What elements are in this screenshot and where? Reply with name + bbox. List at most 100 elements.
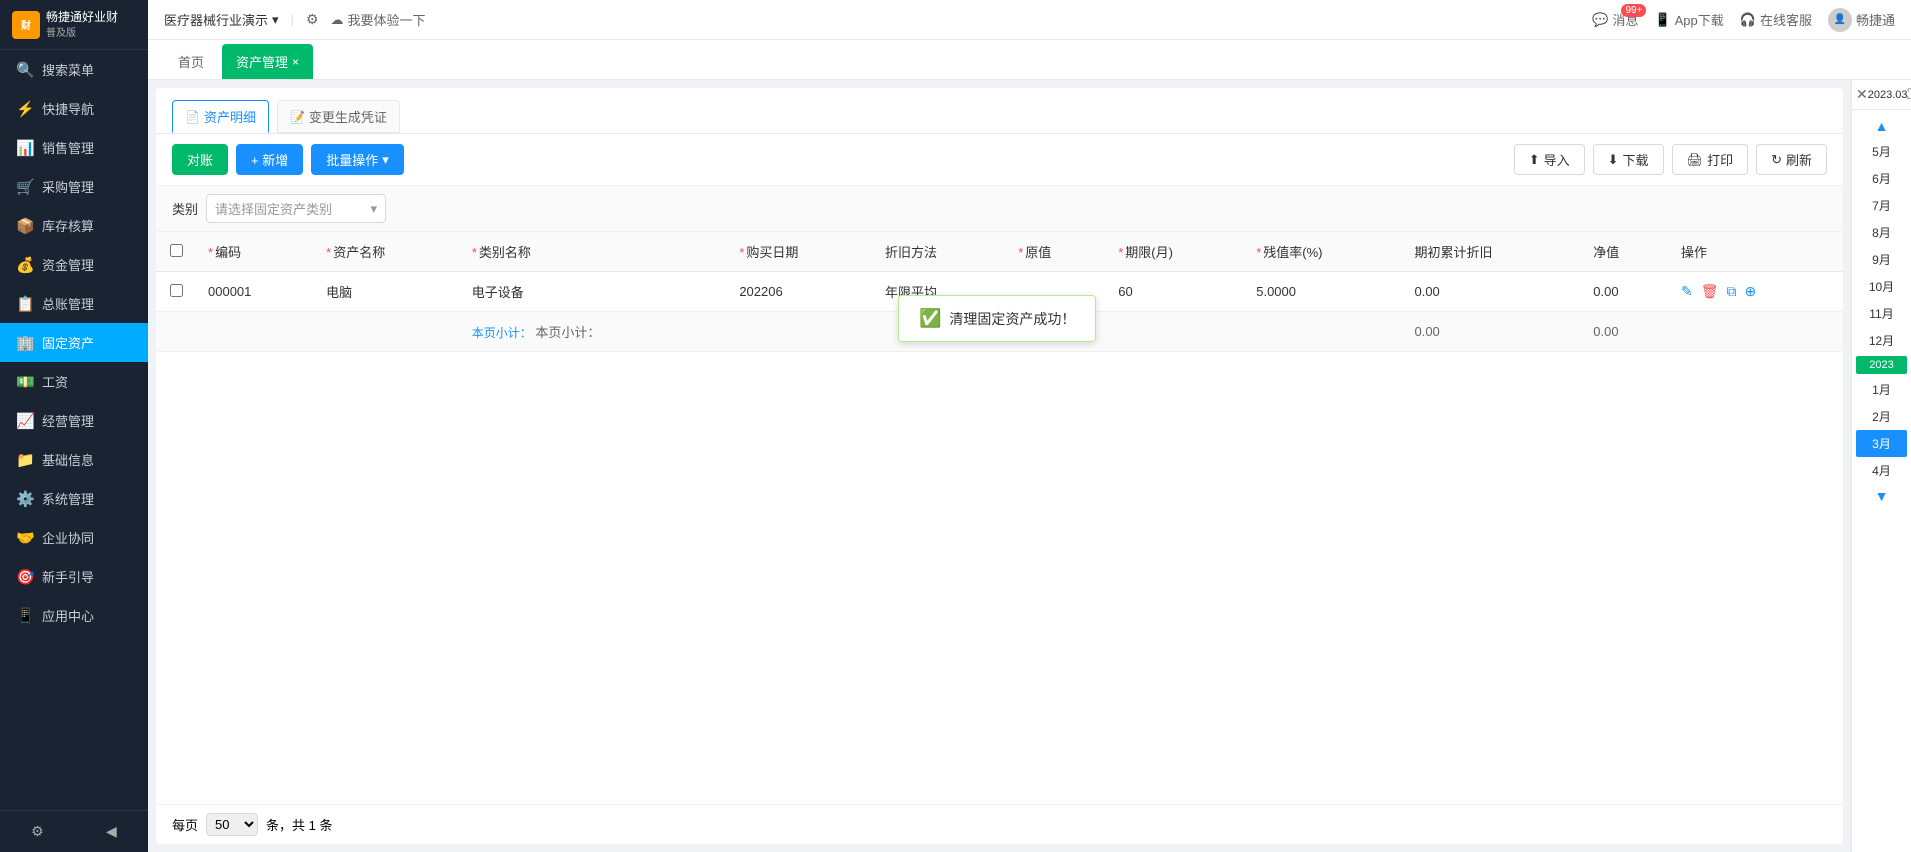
timeline-month-1[interactable]: 1月 xyxy=(1852,376,1911,403)
panel-close-button[interactable]: ✕ xyxy=(1856,86,1868,103)
timeline-month-10[interactable]: 10月 xyxy=(1852,273,1911,300)
per-page-select[interactable]: 50 10 20 100 xyxy=(206,813,258,836)
timeline-month-12[interactable]: 12月 xyxy=(1852,327,1911,354)
cell-purchase-date: 202206 xyxy=(727,272,873,312)
row-checkbox[interactable] xyxy=(170,284,183,297)
edit-icon[interactable]: ✎ xyxy=(1681,283,1693,300)
sidebar-item-label: 经营管理 xyxy=(42,411,94,430)
sidebar-item-fixed-assets[interactable]: 🏢 固定资产 xyxy=(0,323,148,362)
sidebar-item-label: 库存核算 xyxy=(42,216,94,235)
user-profile[interactable]: 👤 畅捷通 xyxy=(1828,8,1895,32)
import-icon: ⬆ xyxy=(1529,152,1540,168)
sidebar-item-label: 采购管理 xyxy=(42,177,94,196)
sidebar-item-guide[interactable]: 🎯 新手引导 xyxy=(0,557,148,596)
cell-net-value: 0.00 xyxy=(1581,272,1669,312)
col-period: *期限(月) xyxy=(1106,232,1244,272)
print-icon: 🖨 xyxy=(1687,152,1704,168)
col-category: *类别名称 xyxy=(460,232,728,272)
timeline-month-3[interactable]: 3月 xyxy=(1856,430,1907,457)
tab-close-icon[interactable]: × xyxy=(292,55,299,69)
col-residual-rate: *残值率(%) xyxy=(1244,232,1402,272)
timeline-month-7[interactable]: 7月 xyxy=(1852,192,1911,219)
sidebar-collapse-btn[interactable]: ◀ xyxy=(98,819,125,844)
tab-home[interactable]: 首页 xyxy=(164,44,218,79)
sidebar-item-operations[interactable]: 📈 经营管理 xyxy=(0,401,148,440)
reconcile-button[interactable]: 对账 xyxy=(172,144,228,175)
sidebar-item-ledger[interactable]: 📋 总账管理 xyxy=(0,284,148,323)
copy-icon[interactable]: ⧉ xyxy=(1726,283,1736,300)
company-selector[interactable]: 医疗器械行业演示 ▾ xyxy=(164,10,279,29)
col-depreciation-method: 折旧方法 xyxy=(873,232,1006,272)
cell-code: 000001 xyxy=(196,272,314,312)
message-btn[interactable]: 💬 消息 99+ xyxy=(1592,10,1638,29)
download-button[interactable]: ⬇ 下载 xyxy=(1593,144,1664,175)
timeline: ▲ 5月 6月 7月 8月 9月 10月 11月 12月 2023 1月 2月 … xyxy=(1852,110,1911,852)
col-actions: 操作 xyxy=(1669,232,1843,272)
content-panel: 📄 资产明细 📝 变更生成凭证 对账 + 新增 批量操作 ▾ xyxy=(156,88,1843,844)
app-center-icon: 📱 xyxy=(16,607,34,625)
ledger-icon: 📋 xyxy=(16,295,34,313)
sidebar-item-quick-nav[interactable]: ⚡ 快捷导航 xyxy=(0,89,148,128)
sidebar-item-purchase[interactable]: 🛒 采购管理 xyxy=(0,167,148,206)
timeline-month-5[interactable]: 5月 xyxy=(1852,138,1911,165)
batch-button[interactable]: 批量操作 ▾ xyxy=(311,144,404,175)
sidebar-item-label: 销售管理 xyxy=(42,138,94,157)
panel-expand-button[interactable]: ⛶ xyxy=(1908,86,1911,103)
sidebar-item-search[interactable]: 🔍 搜索菜单 xyxy=(0,50,148,89)
more-icon[interactable]: ⊕ xyxy=(1744,283,1756,300)
tabbar: 首页 资产管理 × xyxy=(148,40,1911,80)
sales-icon: 📊 xyxy=(16,139,34,157)
content-area: 📄 资产明细 📝 变更生成凭证 对账 + 新增 批量操作 ▾ xyxy=(148,80,1911,852)
timeline-month-8[interactable]: 8月 xyxy=(1852,219,1911,246)
toolbar-right: ⬆ 导入 ⬇ 下载 🖨 打印 ↻ 刷新 xyxy=(1514,144,1827,175)
timeline-month-11[interactable]: 11月 xyxy=(1852,300,1911,327)
sidebar-item-label: 系统管理 xyxy=(42,489,94,508)
subtab-change-voucher[interactable]: 📝 变更生成凭证 xyxy=(277,100,400,133)
sidebar-item-label: 应用中心 xyxy=(42,606,94,625)
sidebar-settings-btn[interactable]: ⚙ xyxy=(23,819,52,844)
basic-info-icon: 📁 xyxy=(16,451,34,469)
purchase-icon: 🛒 xyxy=(16,178,34,196)
sidebar-item-inventory[interactable]: 📦 库存核算 xyxy=(0,206,148,245)
online-service-btn[interactable]: 🎧 在线客服 xyxy=(1740,10,1812,29)
col-original-value: *原值 xyxy=(1006,232,1106,272)
sidebar-nav: 🔍 搜索菜单 ⚡ 快捷导航 📊 销售管理 🛒 采购管理 📦 库存核算 💰 资金管… xyxy=(0,50,148,810)
sidebar-item-basic-info[interactable]: 📁 基础信息 xyxy=(0,440,148,479)
sidebar-item-app-center[interactable]: 📱 应用中心 xyxy=(0,596,148,635)
refresh-button[interactable]: ↻ 刷新 xyxy=(1756,144,1827,175)
topbar: 医疗器械行业演示 ▾ | ⚙ ☁ 我要体验一下 💬 消息 99+ 📱 App下载… xyxy=(148,0,1911,40)
chevron-down-icon: ▾ xyxy=(382,152,389,168)
topbar-right: 💬 消息 99+ 📱 App下载 🎧 在线客服 👤 畅捷通 xyxy=(1592,8,1895,32)
sidebar-item-label: 工资 xyxy=(42,372,68,391)
sidebar-logo: 财 畅捷通好业财 普及版 xyxy=(0,0,148,50)
experience-btn[interactable]: ☁ 我要体验一下 xyxy=(331,10,426,29)
print-button[interactable]: 🖨 打印 xyxy=(1672,144,1749,175)
change-voucher-icon: 📝 xyxy=(290,110,305,124)
app-download-btn[interactable]: 📱 App下载 xyxy=(1654,10,1723,29)
new-button[interactable]: + 新增 xyxy=(236,144,303,175)
sidebar-item-enterprise[interactable]: 🤝 企业协同 xyxy=(0,518,148,557)
timeline-month-2[interactable]: 2月 xyxy=(1852,403,1911,430)
delete-icon[interactable]: 🗑 xyxy=(1701,283,1719,300)
finance-icon: 💰 xyxy=(16,256,34,274)
scroll-down-button[interactable]: ▼ xyxy=(1852,484,1911,508)
sidebar-item-system[interactable]: ⚙️ 系统管理 xyxy=(0,479,148,518)
sidebar-item-finance[interactable]: 💰 资金管理 xyxy=(0,245,148,284)
sidebar-item-payroll[interactable]: 💵 工资 xyxy=(0,362,148,401)
import-button[interactable]: ⬆ 导入 xyxy=(1514,144,1585,175)
topbar-divider: | xyxy=(291,12,294,27)
category-select[interactable]: 请选择固定资产类别 ▾ xyxy=(206,194,386,223)
right-panel-header: ✕ 2023.03 ⛶ xyxy=(1852,80,1911,110)
subtab-asset-detail[interactable]: 📄 资产明细 xyxy=(172,100,269,133)
tab-asset-management[interactable]: 资产管理 × xyxy=(222,44,313,79)
settings-icon[interactable]: ⚙ xyxy=(306,11,319,28)
scroll-up-button[interactable]: ▲ xyxy=(1852,114,1911,138)
sidebar-item-sales[interactable]: 📊 销售管理 xyxy=(0,128,148,167)
timeline-month-4[interactable]: 4月 xyxy=(1852,457,1911,484)
timeline-month-9[interactable]: 9月 xyxy=(1852,246,1911,273)
timeline-month-6[interactable]: 6月 xyxy=(1852,165,1911,192)
subtab-bar: 📄 资产明细 📝 变更生成凭证 xyxy=(156,88,1843,134)
operations-icon: 📈 xyxy=(16,412,34,430)
subtotal-accumulated-depreciation: 0.00 xyxy=(1402,312,1581,352)
select-all-checkbox[interactable] xyxy=(170,244,183,257)
